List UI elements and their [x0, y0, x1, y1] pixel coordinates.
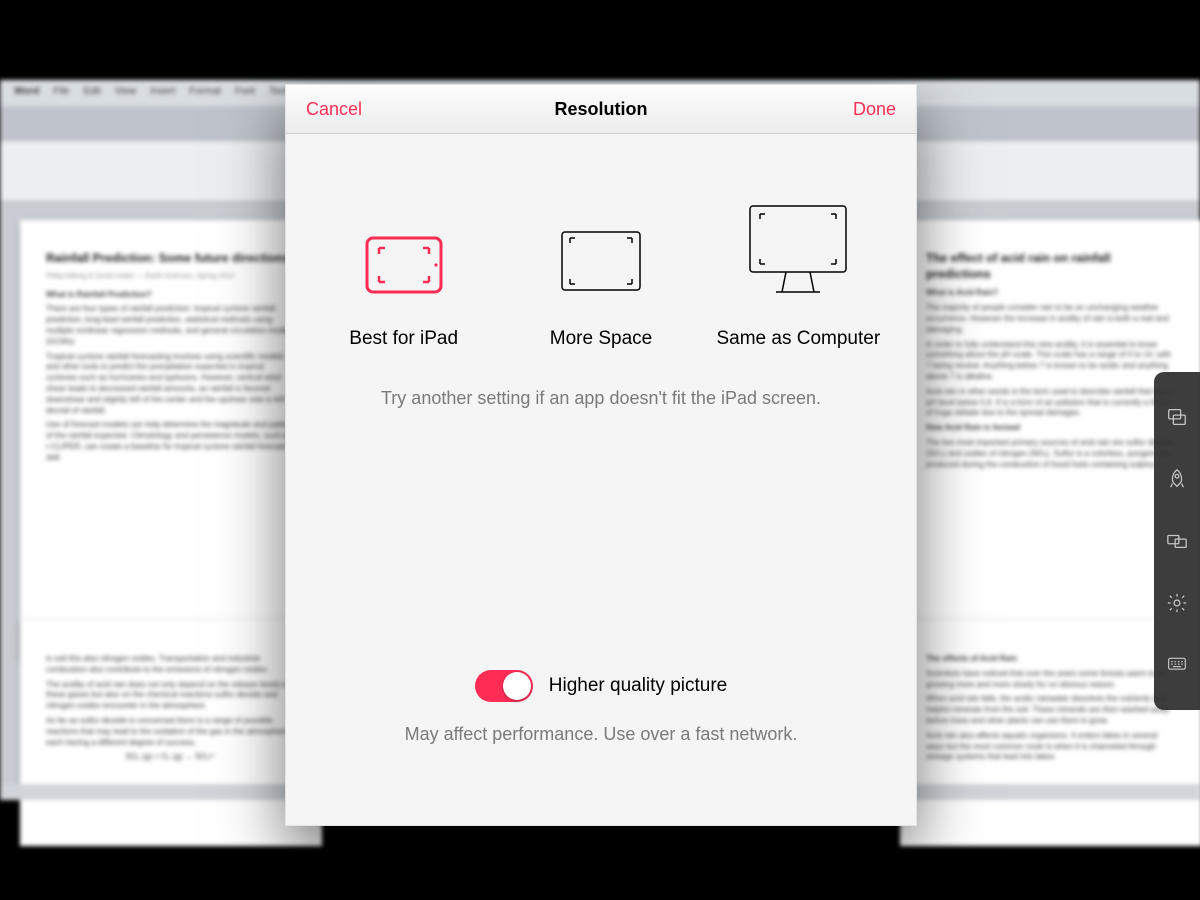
option-more-space[interactable]: More Space — [507, 204, 694, 350]
gear-icon[interactable] — [1165, 591, 1189, 615]
jump-side-toolbar — [1154, 372, 1200, 710]
sheet-header: Cancel Resolution Done — [286, 85, 916, 134]
doc-page: in soil this also nitrogen oxides. Trans… — [20, 620, 322, 846]
options-helper-text: Try another setting if an app doesn't fi… — [286, 388, 916, 409]
keyboard-icon[interactable] — [1165, 653, 1189, 677]
windows-icon[interactable] — [1165, 405, 1189, 429]
option-same-as-computer[interactable]: Same as Computer — [705, 204, 892, 350]
quality-helper-text: May affect performance. Use over a fast … — [405, 724, 798, 745]
option-label: Same as Computer — [716, 328, 880, 350]
cancel-button[interactable]: Cancel — [306, 99, 376, 120]
option-best-for-ipad[interactable]: Best for iPad — [310, 204, 497, 350]
resolution-sheet: Cancel Resolution Done Best for iPad — [285, 84, 917, 826]
doc-page: Rainfall Prediction: Some future directi… — [20, 220, 322, 660]
done-button[interactable]: Done — [826, 99, 896, 120]
sheet-title: Resolution — [376, 99, 826, 120]
option-label: More Space — [550, 328, 652, 350]
higher-quality-label: Higher quality picture — [549, 675, 727, 697]
rocket-icon[interactable] — [1165, 467, 1189, 491]
higher-quality-switch[interactable] — [475, 670, 533, 702]
ipad-icon — [365, 204, 443, 294]
screens-icon[interactable] — [1165, 529, 1189, 553]
quality-section: Higher quality picture May affect perfor… — [286, 670, 916, 825]
resolution-options: Best for iPad More Space — [286, 134, 916, 360]
screen-medium-icon — [558, 204, 644, 294]
monitor-icon — [746, 204, 850, 294]
option-label: Best for iPad — [349, 328, 458, 350]
